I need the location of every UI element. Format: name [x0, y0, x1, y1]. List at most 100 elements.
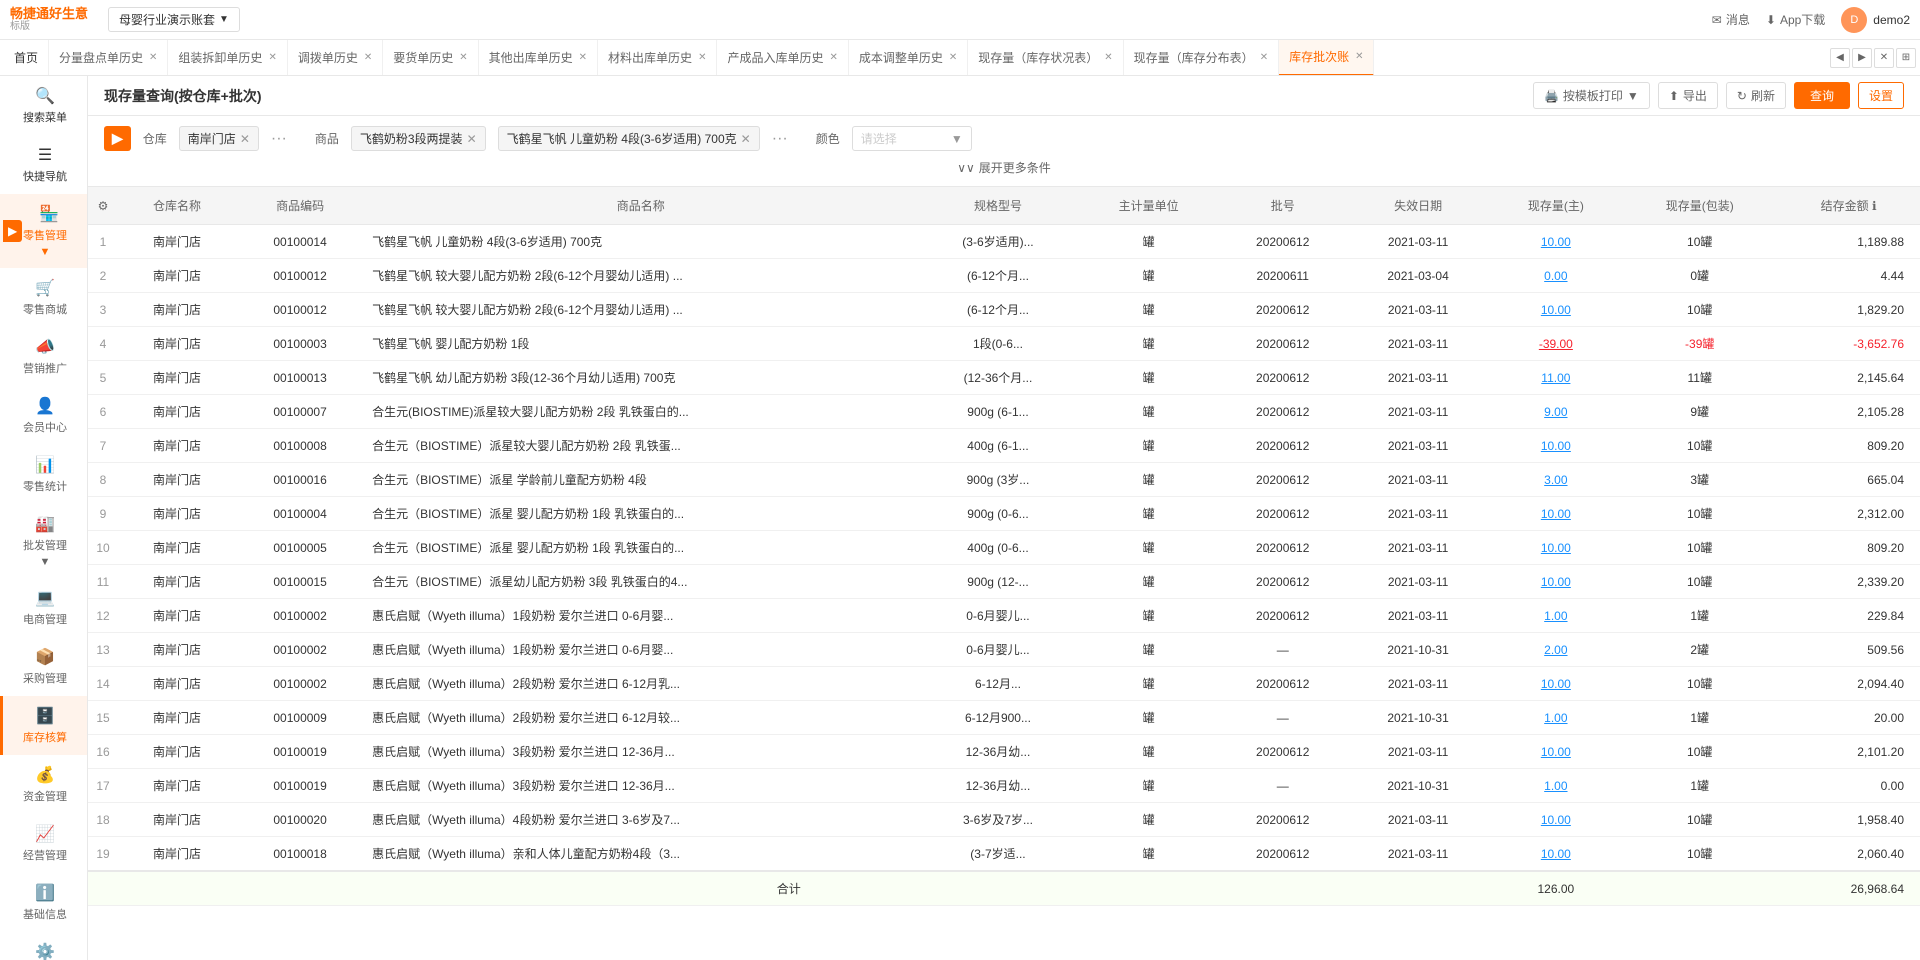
tab-close-11[interactable]: ✕ — [1355, 51, 1363, 62]
row-code: 00100015 — [236, 565, 364, 599]
row-qty-main[interactable]: 1.00 — [1489, 769, 1622, 803]
sidebar-item-basic-info[interactable]: ℹ️ 基础信息 — [0, 873, 87, 932]
tab-close-1[interactable]: ✕ — [149, 52, 157, 63]
product-tag-1-close[interactable]: ✕ — [467, 132, 477, 146]
tab-5[interactable]: 其他出库单历史 ✕ — [479, 40, 598, 76]
refresh-btn[interactable]: ↻ 刷新 — [1726, 82, 1786, 109]
row-qty-main[interactable]: 10.00 — [1489, 735, 1622, 769]
sidebar-quicknav[interactable]: ☰ 快捷导航 — [0, 135, 87, 194]
col-settings[interactable]: ⚙ — [88, 187, 118, 225]
sidebar-expand-btn[interactable]: ▶ — [3, 220, 22, 242]
row-qty-main[interactable]: 10.00 — [1489, 497, 1622, 531]
sidebar-item-wholesale[interactable]: 🏭 批发管理 ▼ — [0, 504, 87, 578]
tab-close-4[interactable]: ✕ — [459, 52, 467, 63]
sidebar-item-ecommerce[interactable]: 💻 电商管理 — [0, 578, 87, 637]
sidebar-item-purchase[interactable]: 📦 采购管理 — [0, 637, 87, 696]
row-qty-main[interactable]: 11.00 — [1489, 361, 1622, 395]
sidebar-item-marketing[interactable]: 📣 营销推广 — [0, 327, 87, 386]
row-qty-main[interactable]: 10.00 — [1489, 429, 1622, 463]
tab-more-btn[interactable]: ⊞ — [1896, 48, 1916, 68]
row-index: 5 — [88, 361, 118, 395]
row-qty-main[interactable]: 10.00 — [1489, 225, 1622, 259]
download-btn[interactable]: ⬇ App下载 — [1766, 11, 1825, 28]
row-qty-main[interactable]: -39.00 — [1489, 327, 1622, 361]
sidebar-item-retail-mall[interactable]: 🛒 零售商城 — [0, 268, 87, 327]
row-qty-main[interactable]: 10.00 — [1489, 667, 1622, 701]
color-filter-input[interactable]: 请选择 ▼ — [852, 126, 972, 151]
row-qty-main[interactable]: 10.00 — [1489, 803, 1622, 837]
product-tag-2[interactable]: 飞鹤星飞帆 儿童奶粉 4段(3-6岁适用) 700克 ✕ — [498, 126, 760, 151]
row-amount: 2,145.64 — [1777, 361, 1920, 395]
warehouse-more[interactable]: ··· — [271, 130, 287, 148]
col-code: 商品编码 — [236, 187, 364, 225]
tab-7[interactable]: 产成品入库单历史 ✕ — [717, 40, 848, 76]
warehouse-filter-tag[interactable]: 南岸门店 ✕ — [179, 126, 259, 151]
sidebar-item-operations[interactable]: 📈 经营管理 — [0, 814, 87, 873]
print-dropdown[interactable]: 🖨️ 按模板打印 ▼ — [1533, 82, 1650, 109]
row-qty-main[interactable]: 1.00 — [1489, 599, 1622, 633]
sidebar-item-inventory[interactable]: 🗄️ 库存核算 — [0, 696, 87, 755]
product-tag-2-close[interactable]: ✕ — [741, 132, 751, 146]
workspace-selector[interactable]: 母婴行业演示账套 ▼ — [108, 7, 240, 32]
sidebar-item-system[interactable]: ⚙️ 系统管理 — [0, 932, 87, 960]
warehouse-tag-close[interactable]: ✕ — [240, 132, 250, 146]
tab-close-5[interactable]: ✕ — [579, 52, 587, 63]
row-batch: 20200612 — [1219, 225, 1347, 259]
tab-6[interactable]: 材料出库单历史 ✕ — [598, 40, 717, 76]
row-qty-main[interactable]: 10.00 — [1489, 293, 1622, 327]
row-code: 00100013 — [236, 361, 364, 395]
row-amount: 229.84 — [1777, 599, 1920, 633]
wholesale-arrow-icon: ▼ — [40, 556, 51, 568]
sidebar-search[interactable]: 🔍 搜索菜单 — [0, 76, 87, 135]
tab-close-8[interactable]: ✕ — [949, 52, 957, 63]
row-qty-main[interactable]: 1.00 — [1489, 701, 1622, 735]
message-btn[interactable]: ✉ 消息 — [1712, 11, 1750, 28]
user-avatar[interactable]: D demo2 — [1841, 7, 1910, 33]
settings-gear-icon[interactable]: ⚙ — [98, 199, 109, 213]
row-unit: 罐 — [1079, 769, 1219, 803]
tab-4[interactable]: 要货单历史 ✕ — [383, 40, 478, 76]
tab-prev-btn[interactable]: ◀ — [1830, 48, 1850, 68]
table-row: 16 南岸门店 00100019 惠氏启赋（Wyeth illuma）3段奶粉 … — [88, 735, 1920, 769]
sidebar-item-finance[interactable]: 💰 资金管理 — [0, 755, 87, 814]
settings-btn[interactable]: 设置 — [1858, 82, 1904, 109]
row-qty-main[interactable]: 10.00 — [1489, 565, 1622, 599]
col-warehouse: 仓库名称 — [118, 187, 236, 225]
row-qty-main[interactable]: 2.00 — [1489, 633, 1622, 667]
filter-expand-toggle[interactable]: ▶ — [104, 126, 131, 151]
expand-conditions[interactable]: ∨∨ 展开更多条件 — [104, 159, 1904, 176]
tab-8[interactable]: 成本调整单历史 ✕ — [849, 40, 968, 76]
row-qty-main[interactable]: 9.00 — [1489, 395, 1622, 429]
tab-next-btn[interactable]: ▶ — [1852, 48, 1872, 68]
tab-close-2[interactable]: ✕ — [268, 52, 276, 63]
row-batch: — — [1219, 701, 1347, 735]
tab-9[interactable]: 现存量（库存状况表） ✕ — [968, 40, 1123, 76]
sidebar-item-member[interactable]: 👤 会员中心 — [0, 386, 87, 445]
tab-close-10[interactable]: ✕ — [1260, 52, 1268, 63]
query-btn[interactable]: 查询 — [1794, 82, 1850, 109]
tab-close-3[interactable]: ✕ — [364, 52, 372, 63]
export-btn[interactable]: ⬆ 导出 — [1658, 82, 1718, 109]
tab-close-current-btn[interactable]: ✕ — [1874, 48, 1894, 68]
tab-10[interactable]: 现存量（库存分布表） ✕ — [1124, 40, 1279, 76]
tab-1[interactable]: 分量盘点单历史 ✕ — [49, 40, 168, 76]
tab-home[interactable]: 首页 — [4, 40, 49, 76]
tab-2[interactable]: 组装拆卸单历史 ✕ — [168, 40, 287, 76]
row-qty-main[interactable]: 3.00 — [1489, 463, 1622, 497]
row-qty-main[interactable]: 10.00 — [1489, 837, 1622, 872]
sidebar-item-retail-stats[interactable]: 📊 零售统计 — [0, 445, 87, 504]
row-qty-main[interactable]: 0.00 — [1489, 259, 1622, 293]
tab-close-9[interactable]: ✕ — [1104, 52, 1112, 63]
tab-close-7[interactable]: ✕ — [829, 52, 837, 63]
footer-qty-pkg — [1622, 871, 1777, 906]
row-expire: 2021-03-11 — [1347, 327, 1490, 361]
product-more[interactable]: ··· — [772, 130, 788, 148]
tab-11[interactable]: 库存批次账 ✕ — [1279, 40, 1374, 76]
tab-close-6[interactable]: ✕ — [698, 52, 706, 63]
row-code: 00100020 — [236, 803, 364, 837]
tab-3[interactable]: 调拨单历史 ✕ — [288, 40, 383, 76]
sidebar-item-retail-mgmt[interactable]: ▶ 🏪 零售管理 ▼ — [0, 194, 87, 268]
row-qty-main[interactable]: 10.00 — [1489, 531, 1622, 565]
row-expire: 2021-03-11 — [1347, 803, 1490, 837]
product-tag-1[interactable]: 飞鹤奶粉3段两提装 ✕ — [351, 126, 486, 151]
